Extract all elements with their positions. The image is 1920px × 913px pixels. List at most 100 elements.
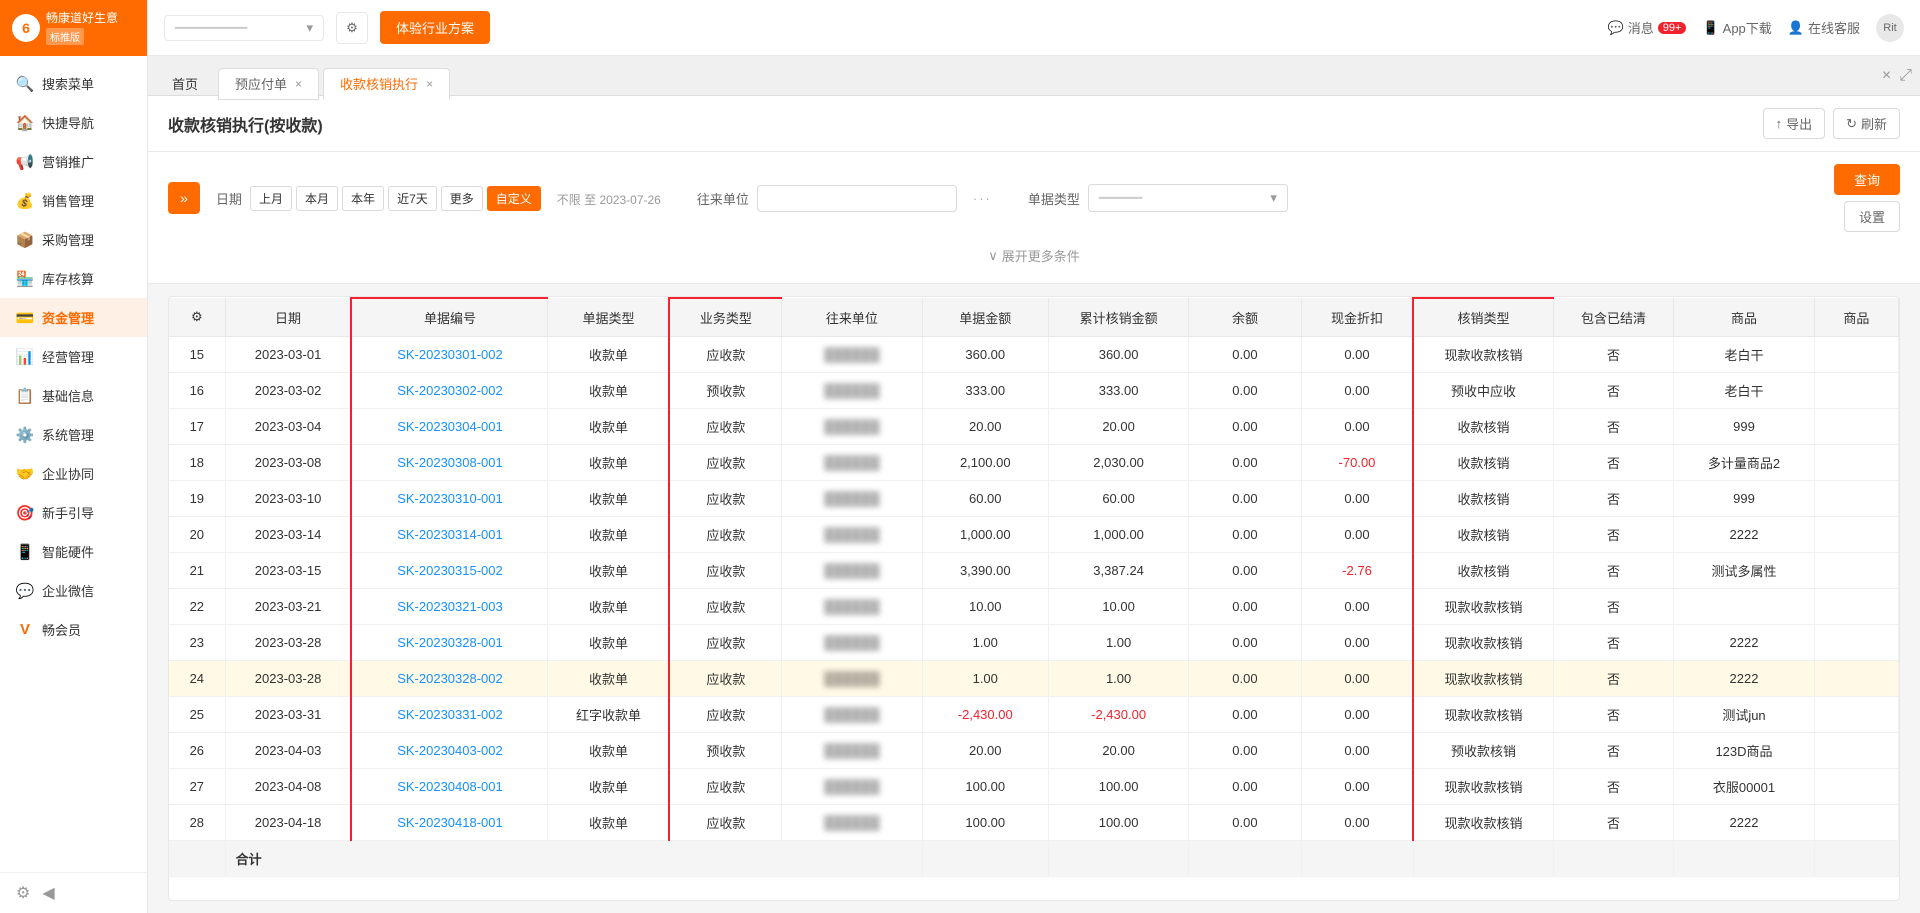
this-month-btn[interactable]: 本月 (296, 186, 338, 211)
finance-icon: 💳 (16, 309, 34, 327)
filter-action-buttons: 查询 设置 (1834, 164, 1900, 232)
sidebar-item-sales[interactable]: 💰 销售管理 (0, 181, 147, 220)
export-button[interactable]: ↑ 导出 (1763, 108, 1826, 139)
cell-no: 25 (169, 697, 225, 733)
sidebar-item-guide[interactable]: 🎯 新手引导 (0, 493, 147, 532)
table-settings-button[interactable]: 设置 (1844, 201, 1900, 232)
partner-value: ██████ (824, 779, 879, 794)
cell-write-type: 现款收款核销 (1413, 661, 1553, 697)
doc-type-select[interactable]: ━━━━━━ ▾ (1088, 184, 1288, 212)
partner-value: ██████ (824, 419, 879, 434)
table-row: 22 2023-03-21 SK-20230321-003 收款单 应收款 ██… (169, 589, 1899, 625)
date-filter-label: 日期 (216, 189, 242, 208)
cell-biz-type: 预收款 (669, 733, 781, 769)
tab-prepay[interactable]: 预应付单 × (218, 68, 319, 100)
window-close-button[interactable]: × (1882, 67, 1891, 85)
sidebar-item-search[interactable]: 🔍 搜索菜单 (0, 64, 147, 103)
cell-partner: ██████ (782, 445, 922, 481)
sn-link[interactable]: SK-20230308-001 (397, 455, 503, 470)
sidebar-item-system[interactable]: ⚙️ 系统管理 (0, 415, 147, 454)
tab-writeoff[interactable]: 收款核销执行 × (323, 68, 450, 100)
app-download-button[interactable]: 📱 App下载 (1702, 18, 1771, 37)
sn-link[interactable]: SK-20230304-001 (397, 419, 503, 434)
sn-link[interactable]: SK-20230301-002 (397, 347, 503, 362)
sn-link[interactable]: SK-20230403-002 (397, 743, 503, 758)
partner-value: ██████ (824, 743, 879, 758)
sn-link[interactable]: SK-20230418-001 (397, 815, 503, 830)
sn-link[interactable]: SK-20230321-003 (397, 599, 503, 614)
filter-expand-btn[interactable]: » (168, 182, 200, 214)
cell-no: 20 (169, 517, 225, 553)
sidebar-item-hardware[interactable]: 📱 智能硬件 (0, 532, 147, 571)
cell-date: 2023-03-31 (225, 697, 351, 733)
collapse-icon[interactable]: ◀ (42, 883, 54, 903)
refresh-button[interactable]: ↻ 刷新 (1833, 108, 1900, 139)
sidebar-item-finance[interactable]: 💳 资金管理 (0, 298, 147, 337)
tab-writeoff-close[interactable]: × (426, 77, 433, 91)
cell-write-type: 现款收款核销 (1413, 805, 1553, 841)
th-settings[interactable]: ⚙ (169, 298, 225, 337)
online-service-button[interactable]: 👤 在线客服 (1788, 18, 1860, 37)
sidebar-item-marketing[interactable]: 📢 营销推广 (0, 142, 147, 181)
table-row: 19 2023-03-10 SK-20230310-001 收款单 应收款 ██… (169, 481, 1899, 517)
sn-link[interactable]: SK-20230310-001 (397, 491, 503, 506)
cell-amount: 1.00 (922, 661, 1048, 697)
tab-bar: 首页 预应付单 × 收款核销执行 × × ⤢ (148, 56, 1920, 96)
cell-sn: SK-20230302-002 (351, 373, 548, 409)
user-avatar[interactable]: Rit (1876, 14, 1904, 42)
window-expand-button[interactable]: ⤢ (1899, 67, 1912, 85)
sn-link[interactable]: SK-20230408-001 (397, 779, 503, 794)
doc-type-dropdown-icon: ▾ (1270, 190, 1277, 206)
partner-input[interactable] (757, 185, 957, 212)
last-month-btn[interactable]: 上月 (250, 186, 292, 211)
expand-more-bar[interactable]: ∨ 展开更多条件 (168, 240, 1900, 271)
industry-solution-button[interactable]: 体验行业方案 (380, 11, 490, 44)
sn-link[interactable]: SK-20230315-002 (397, 563, 503, 578)
cell-write-type: 收款核销 (1413, 445, 1553, 481)
table-row: 16 2023-03-02 SK-20230302-002 收款单 预收款 ██… (169, 373, 1899, 409)
settings-bottom-icon[interactable]: ⚙ (16, 883, 30, 903)
partner-value: ██████ (824, 707, 879, 722)
sidebar-item-operation[interactable]: 📊 经营管理 (0, 337, 147, 376)
sidebar-item-member[interactable]: V 畅会员 (0, 610, 147, 649)
partner-ellipsis[interactable]: ··· (973, 191, 992, 206)
table-row: 24 2023-03-28 SK-20230328-002 收款单 应收款 ██… (169, 661, 1899, 697)
sn-link[interactable]: SK-20230331-002 (397, 707, 503, 722)
tab-prepay-close[interactable]: × (295, 77, 302, 91)
this-year-btn[interactable]: 本年 (342, 186, 384, 211)
sidebar-item-basic[interactable]: 📋 基础信息 (0, 376, 147, 415)
sn-link[interactable]: SK-20230328-001 (397, 635, 503, 650)
footer-incl (1553, 841, 1674, 877)
filter-row: » 日期 上月 本月 本年 近7天 更多 自定义 不限 至 2023-07-26 (168, 164, 1900, 232)
sidebar-item-wechat[interactable]: 💬 企业微信 (0, 571, 147, 610)
tab-home[interactable]: 首页 (156, 68, 214, 100)
cell-write-type: 现款收款核销 (1413, 337, 1553, 373)
sn-link[interactable]: SK-20230302-002 (397, 383, 503, 398)
sidebar-item-inventory[interactable]: 🏪 库存核算 (0, 259, 147, 298)
query-button[interactable]: 查询 (1834, 164, 1900, 195)
sidebar-item-purchase[interactable]: 📦 采购管理 (0, 220, 147, 259)
date-range-text: 不限 至 2023-07-26 (557, 191, 661, 208)
cell-goods: 2222 (1674, 661, 1814, 697)
cell-no: 15 (169, 337, 225, 373)
sidebar-item-enterprise[interactable]: 🤝 企业协同 (0, 454, 147, 493)
topbar-gear-button[interactable]: ⚙ (336, 12, 368, 44)
cell-include-settled: 否 (1553, 805, 1674, 841)
messages-button[interactable]: 💬 消息 99+ (1608, 18, 1687, 37)
cell-balance: 0.00 (1189, 589, 1301, 625)
cell-goods-img (1814, 517, 1898, 553)
column-settings-icon[interactable]: ⚙ (191, 309, 203, 324)
cell-discount: 0.00 (1301, 733, 1413, 769)
sn-link[interactable]: SK-20230328-002 (397, 671, 503, 686)
custom-date-btn[interactable]: 自定义 (487, 186, 541, 211)
cell-goods: 2222 (1674, 625, 1814, 661)
cell-doc-type: 收款单 (548, 409, 669, 445)
sidebar-item-quick-nav[interactable]: 🏠 快捷导航 (0, 103, 147, 142)
cell-goods: 2222 (1674, 517, 1814, 553)
company-selector[interactable]: ━━━━━━━━━━ ▾ (164, 15, 324, 41)
data-table-container[interactable]: ⚙ 日期 单据编号 单据类型 业务类型 往来单位 单据金额 累计核销金额 余额 … (168, 296, 1900, 901)
cell-write-amount: 10.00 (1048, 589, 1188, 625)
more-date-btn[interactable]: 更多 (441, 186, 483, 211)
last-7-days-btn[interactable]: 近7天 (388, 186, 437, 211)
sn-link[interactable]: SK-20230314-001 (397, 527, 503, 542)
